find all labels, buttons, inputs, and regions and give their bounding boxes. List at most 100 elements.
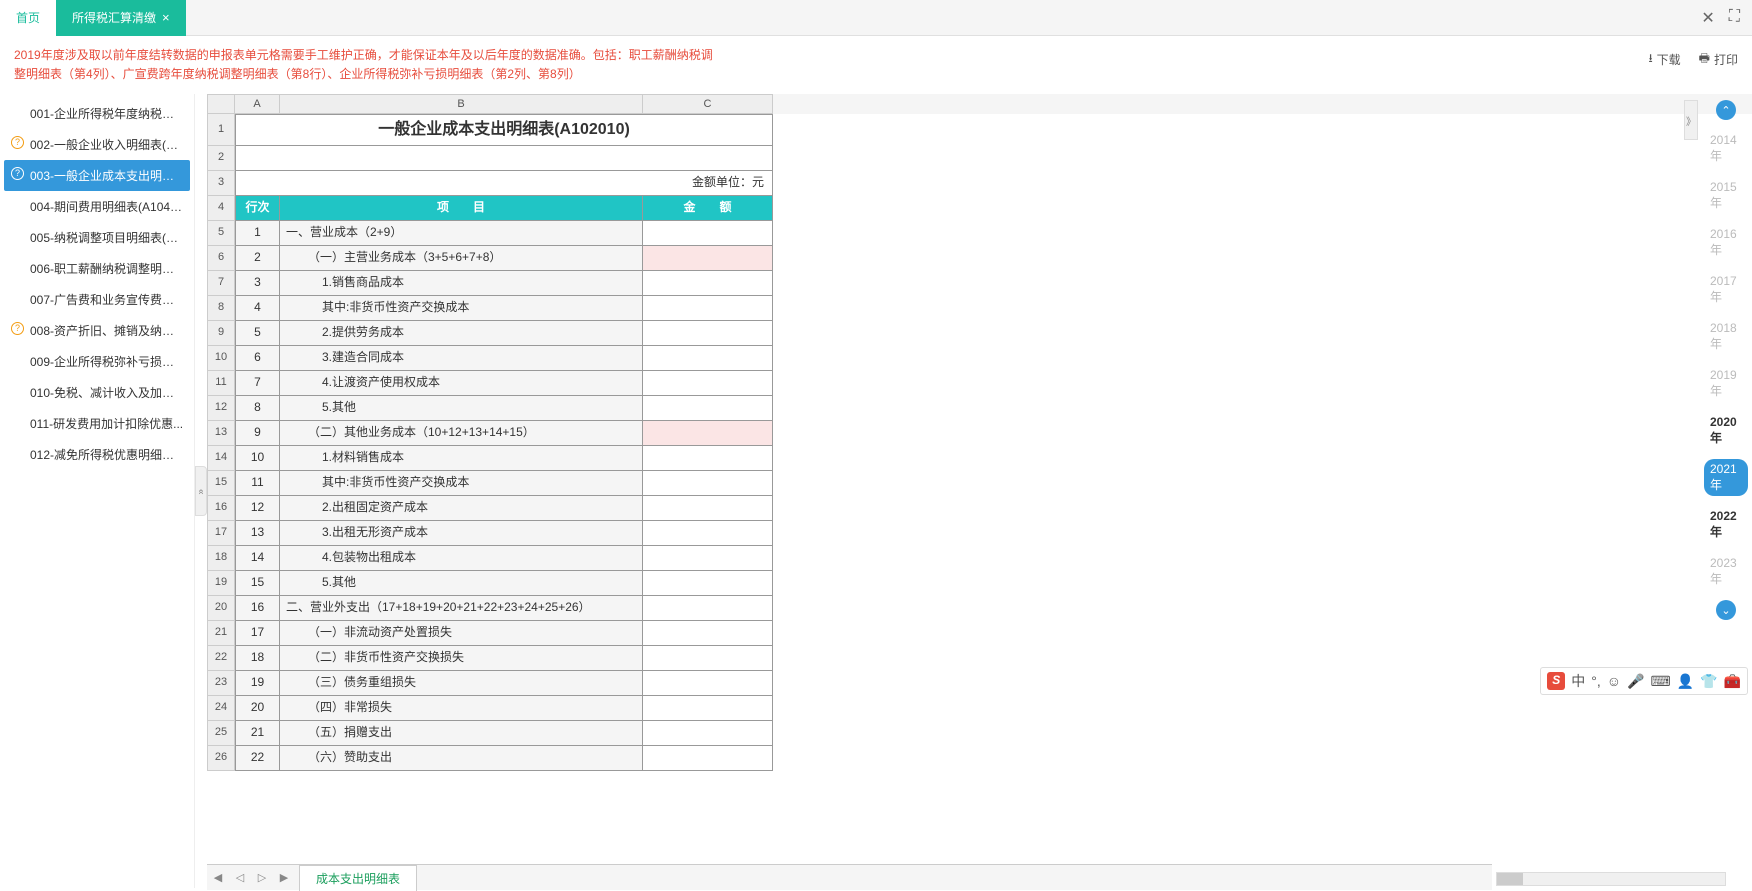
year-2017年[interactable]: 2017年 [1704,271,1748,308]
row-header[interactable]: 24 [207,696,235,721]
sheet-corner[interactable] [207,94,235,114]
cell-item[interactable]: （一）非流动资产处置损失 [280,621,643,646]
print-button[interactable]: 🖶 打印 [1699,49,1738,70]
scroll-down-icon[interactable]: ⌄ [1716,600,1736,620]
cell-amount[interactable] [643,421,773,446]
cell-amount[interactable] [643,621,773,646]
cell-rownum[interactable]: 2 [235,246,280,271]
cell-item[interactable]: （六）赞助支出 [280,746,643,771]
tab-tax-settlement[interactable]: 所得税汇算清缴 × [56,0,186,36]
cell-item[interactable]: 4.包装物出租成本 [280,546,643,571]
row-header[interactable]: 22 [207,646,235,671]
sidebar-item-0[interactable]: 001-企业所得税年度纳税申... [0,98,194,129]
row-header[interactable]: 15 [207,471,235,496]
cell-rownum[interactable]: 6 [235,346,280,371]
close-icon[interactable]: × [162,0,170,36]
year-2015年[interactable]: 2015年 [1704,177,1748,214]
cell-amount[interactable] [643,296,773,321]
row-header[interactable]: 12 [207,396,235,421]
sheet-nav-next[interactable]: ▷ [251,871,273,884]
row-header[interactable]: 3 [207,171,235,196]
cell-item[interactable]: （二）非货币性资产交换损失 [280,646,643,671]
ime-lang-icon[interactable]: 中 [1571,671,1585,691]
cell-rownum[interactable]: 21 [235,721,280,746]
ime-toolbox-icon[interactable]: 🧰 [1724,673,1741,690]
cell-rownum[interactable]: 13 [235,521,280,546]
cell-amount[interactable] [643,446,773,471]
year-2020年[interactable]: 2020年 [1704,412,1748,449]
cell-item[interactable]: （一）主营业务成本（3+5+6+7+8） [280,246,643,271]
row-header[interactable]: 16 [207,496,235,521]
cell-rownum[interactable]: 16 [235,596,280,621]
cell-item[interactable]: 二、营业外支出（17+18+19+20+21+22+23+24+25+26） [280,596,643,621]
row-header[interactable]: 4 [207,196,235,221]
ime-mic-icon[interactable]: 🎤 [1627,673,1644,690]
ime-punct-icon[interactable]: °, [1591,673,1601,689]
sidebar-item-1[interactable]: ?002-一般企业收入明细表(A10... [0,129,194,160]
cell-rownum[interactable]: 12 [235,496,280,521]
ime-logo-icon[interactable]: S [1547,672,1565,690]
ime-user-icon[interactable]: 👤 [1677,673,1694,690]
cell-item[interactable]: 一、营业成本（2+9） [280,221,643,246]
row-header[interactable]: 19 [207,571,235,596]
cell-item[interactable]: 其中:非货币性资产交换成本 [280,296,643,321]
cell-amount[interactable] [643,646,773,671]
cell-amount[interactable] [643,671,773,696]
window-close-icon[interactable]: ✕ [1701,8,1714,28]
row-header[interactable]: 7 [207,271,235,296]
row-header[interactable]: 18 [207,546,235,571]
cell-rownum[interactable]: 3 [235,271,280,296]
fullscreen-icon[interactable]: ⛶ [1729,8,1740,28]
row-header[interactable]: 23 [207,671,235,696]
cell-amount[interactable] [643,496,773,521]
col-header-b[interactable]: B [280,94,643,114]
cell-amount[interactable] [643,721,773,746]
cell-rownum[interactable]: 14 [235,546,280,571]
cell-rownum[interactable]: 8 [235,396,280,421]
sheet-tab-active[interactable]: 成本支出明细表 [299,865,417,891]
row-header[interactable]: 17 [207,521,235,546]
cell-amount[interactable] [643,396,773,421]
year-2022年[interactable]: 2022年 [1704,506,1748,543]
year-2016年[interactable]: 2016年 [1704,224,1748,261]
cell-amount[interactable] [643,271,773,296]
cell-item[interactable]: 3.出租无形资产成本 [280,521,643,546]
cell-amount[interactable] [643,246,773,271]
cell-amount[interactable] [643,221,773,246]
cell-amount[interactable] [643,696,773,721]
cell-amount[interactable] [643,546,773,571]
cell-rownum[interactable]: 7 [235,371,280,396]
tab-home[interactable]: 首页 [0,0,56,36]
cell-rownum[interactable]: 18 [235,646,280,671]
cell-rownum[interactable]: 4 [235,296,280,321]
cell-amount[interactable] [643,346,773,371]
year-2014年[interactable]: 2014年 [1704,130,1748,167]
sidebar-item-8[interactable]: 009-企业所得税弥补亏损明... [0,346,194,377]
cell-item[interactable]: 其中:非货币性资产交换成本 [280,471,643,496]
year-2023年[interactable]: 2023年 [1704,553,1748,590]
row-header[interactable]: 21 [207,621,235,646]
cell-rownum[interactable]: 1 [235,221,280,246]
cell-rownum[interactable]: 19 [235,671,280,696]
row-header[interactable]: 9 [207,321,235,346]
ime-keyboard-icon[interactable]: ⌨ [1650,673,1670,690]
sidebar-item-2[interactable]: ?003-一般企业成本支出明细... [4,160,190,191]
cell-item[interactable]: （三）债务重组损失 [280,671,643,696]
cell-item[interactable]: （二）其他业务成本（10+12+13+14+15） [280,421,643,446]
cell-amount[interactable] [643,321,773,346]
cell-rownum[interactable]: 15 [235,571,280,596]
right-panel-expand[interactable]: 》 [1684,100,1698,140]
cell-amount[interactable] [643,746,773,771]
sheet-nav-first[interactable]: ◀ [207,871,229,884]
sidebar-item-5[interactable]: 006-职工薪酬纳税调整明细... [0,253,194,284]
sidebar-item-3[interactable]: 004-期间费用明细表(A1040... [0,191,194,222]
col-header-c[interactable]: C [643,94,773,114]
ime-skin-icon[interactable]: 👕 [1700,673,1717,690]
sidebar-item-11[interactable]: 012-减免所得税优惠明细表(... [0,439,194,470]
cell-amount[interactable] [643,571,773,596]
sheet-nav-prev[interactable]: ◁ [229,871,251,884]
row-header[interactable]: 20 [207,596,235,621]
sidebar-item-6[interactable]: 007-广告费和业务宣传费跨... [0,284,194,315]
cell-amount[interactable] [643,521,773,546]
cell-item[interactable]: （五）捐赠支出 [280,721,643,746]
